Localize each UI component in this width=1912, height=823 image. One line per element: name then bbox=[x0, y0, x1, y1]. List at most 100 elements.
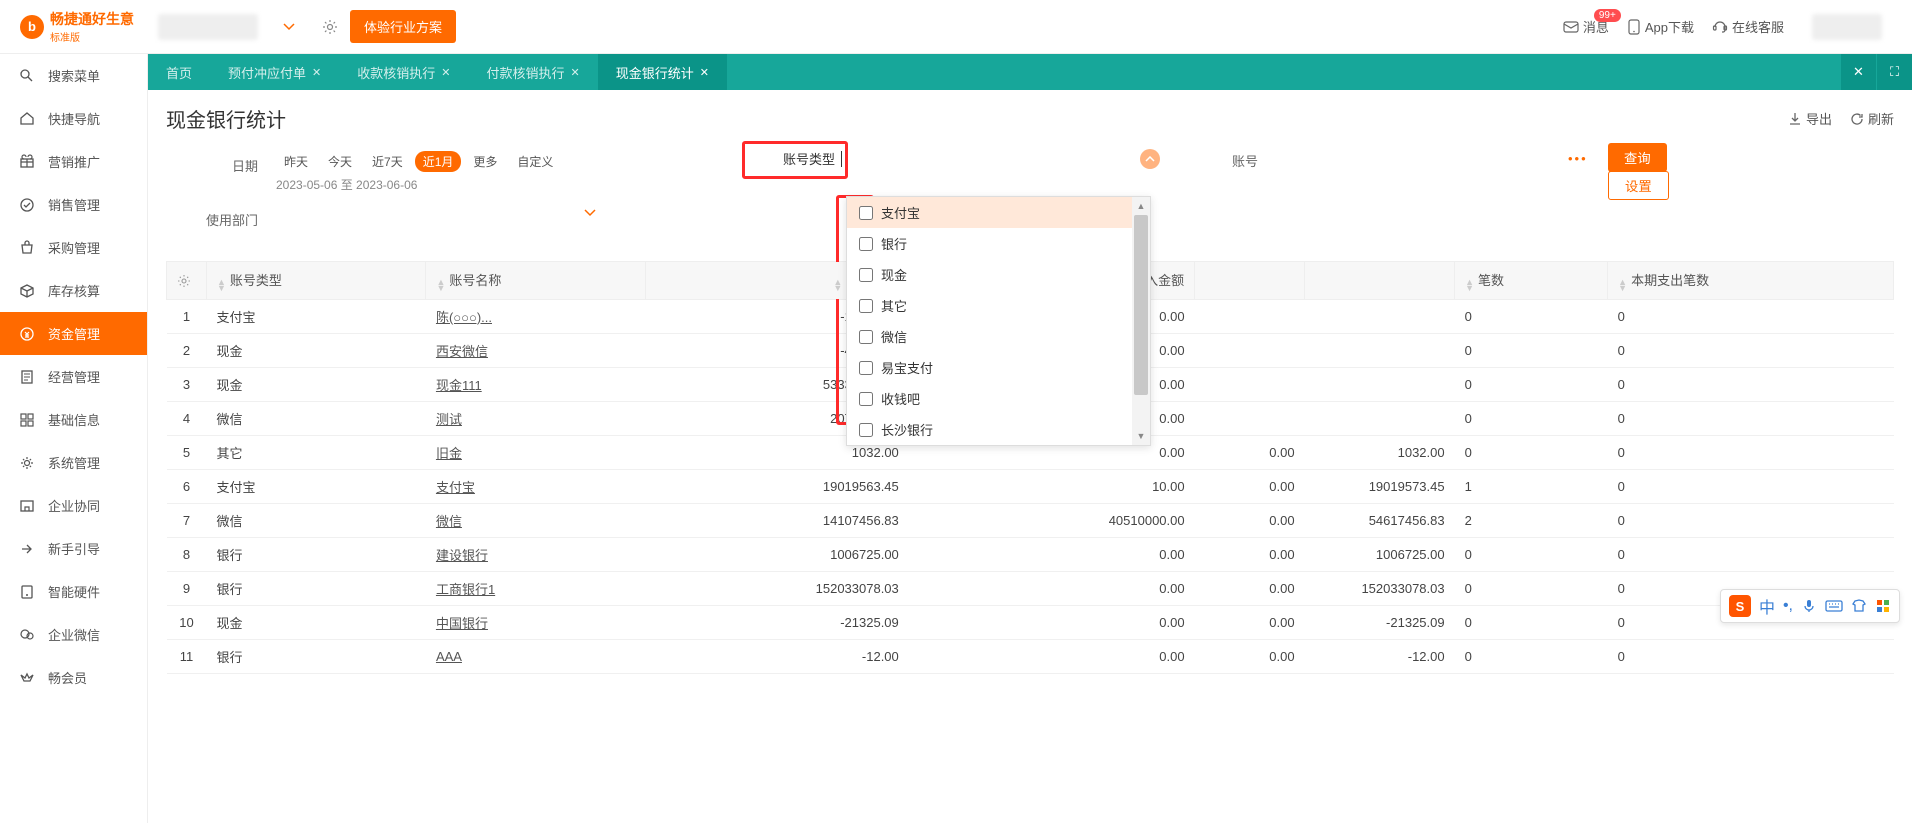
settings-icon[interactable] bbox=[322, 19, 338, 35]
account-link[interactable]: 支付宝 bbox=[436, 480, 475, 495]
sidebar-item-box[interactable]: 库存核算 bbox=[0, 269, 147, 312]
dropdown-option[interactable]: 易宝支付 bbox=[847, 352, 1150, 383]
tab-预付冲应付单[interactable]: 预付冲应付单✕ bbox=[210, 54, 339, 90]
sidebar-item-wechat[interactable]: 企业微信 bbox=[0, 613, 147, 656]
option-checkbox[interactable] bbox=[859, 237, 873, 251]
option-checkbox[interactable] bbox=[859, 268, 873, 282]
col-account-name[interactable]: ▲▼账号名称 bbox=[426, 262, 645, 300]
dropdown-option[interactable]: 微信 bbox=[847, 321, 1150, 352]
dropdown-scrollbar[interactable]: ▲ ▼ bbox=[1132, 197, 1150, 445]
cell-name: 工商银行1 bbox=[426, 572, 645, 606]
sidebar-item-money[interactable]: 资金管理 bbox=[0, 312, 147, 355]
option-checkbox[interactable] bbox=[859, 330, 873, 344]
support-button[interactable]: 在线客服 bbox=[1712, 17, 1784, 36]
sidebar-item-home[interactable]: 快捷导航 bbox=[0, 97, 147, 140]
sidebar-label: 搜索菜单 bbox=[48, 66, 100, 85]
account-link[interactable]: AAA bbox=[436, 649, 462, 664]
support-label: 在线客服 bbox=[1732, 17, 1784, 36]
sidebar-item-cart[interactable]: 销售管理 bbox=[0, 183, 147, 226]
filter-settings-button[interactable]: 设置 bbox=[1608, 171, 1669, 200]
date-chip-今天[interactable]: 今天 bbox=[320, 151, 360, 172]
scroll-down-icon[interactable]: ▼ bbox=[1132, 427, 1150, 445]
sidebar-item-arrow[interactable]: 新手引导 bbox=[0, 527, 147, 570]
ime-mic-icon[interactable] bbox=[1801, 598, 1817, 614]
sidebar-item-gear[interactable]: 系统管理 bbox=[0, 441, 147, 484]
tab-收款核销执行[interactable]: 收款核销执行✕ bbox=[339, 54, 468, 90]
top-header: b 畅捷通好生意 标准版 体验行业方案 消息 99+ App下载 在线客服 bbox=[0, 0, 1912, 54]
dropdown-option[interactable]: 现金 bbox=[847, 259, 1150, 290]
scroll-up-icon[interactable]: ▲ bbox=[1132, 197, 1150, 215]
ime-toolbox-icon[interactable] bbox=[1875, 598, 1891, 614]
account-link[interactable]: 工商银行1 bbox=[436, 582, 495, 597]
messages-button[interactable]: 消息 99+ bbox=[1563, 17, 1609, 36]
ime-toolbar[interactable]: S 中 •, bbox=[1720, 589, 1900, 623]
org-dropdown-icon[interactable] bbox=[283, 23, 295, 31]
dept-select[interactable] bbox=[276, 205, 596, 222]
collapse-icon[interactable] bbox=[1140, 149, 1160, 169]
option-checkbox[interactable] bbox=[859, 299, 873, 313]
date-chip-近1月[interactable]: 近1月 bbox=[415, 151, 462, 172]
option-checkbox[interactable] bbox=[859, 206, 873, 220]
option-checkbox[interactable] bbox=[859, 361, 873, 375]
sidebar-label: 经营管理 bbox=[48, 367, 100, 386]
refresh-button[interactable]: 刷新 bbox=[1850, 109, 1894, 128]
date-chip-近7天[interactable]: 近7天 bbox=[364, 151, 411, 172]
close-tab-icon[interactable]: ✕ bbox=[1840, 54, 1876, 90]
account-link[interactable]: 测试 bbox=[436, 412, 462, 427]
dropdown-option[interactable]: 其它 bbox=[847, 290, 1150, 321]
ime-skin-icon[interactable] bbox=[1851, 598, 1867, 614]
sidebar-item-search[interactable]: 搜索菜单 bbox=[0, 54, 147, 97]
option-label: 长沙银行 bbox=[881, 420, 933, 439]
sidebar-item-device[interactable]: 智能硬件 bbox=[0, 570, 147, 613]
account-link[interactable]: 陈(○○○)... bbox=[436, 310, 492, 325]
tab-付款核销执行[interactable]: 付款核销执行✕ bbox=[468, 54, 597, 90]
trial-button[interactable]: 体验行业方案 bbox=[350, 10, 456, 43]
cell-expense-count: 0 bbox=[1608, 436, 1894, 470]
sidebar-item-bag[interactable]: 采购管理 bbox=[0, 226, 147, 269]
app-download-button[interactable]: App下载 bbox=[1627, 17, 1694, 36]
dropdown-option[interactable]: 支付宝 bbox=[847, 197, 1150, 228]
col-expense-count[interactable]: ▲▼本期支出笔数 bbox=[1608, 262, 1894, 300]
date-chip-昨天[interactable]: 昨天 bbox=[276, 151, 316, 172]
option-checkbox[interactable] bbox=[859, 392, 873, 406]
col-account-type[interactable]: ▲▼账号类型 bbox=[207, 262, 426, 300]
option-checkbox[interactable] bbox=[859, 423, 873, 437]
date-chip-更多[interactable]: 更多 bbox=[465, 151, 505, 172]
filter-panel: 日期 昨天今天近7天近1月更多自定义 2023-05-06 至 2023-06-… bbox=[148, 141, 1912, 261]
sidebar-item-doc[interactable]: 经营管理 bbox=[0, 355, 147, 398]
ime-lang[interactable]: 中 bbox=[1759, 594, 1775, 618]
table-settings-header[interactable] bbox=[167, 262, 207, 300]
expand-icon[interactable]: ⛶ bbox=[1876, 54, 1912, 90]
date-chip-自定义[interactable]: 自定义 bbox=[509, 151, 561, 172]
tab-首页[interactable]: 首页 bbox=[148, 54, 210, 90]
search-icon bbox=[18, 68, 36, 84]
sidebar-item-vip[interactable]: 畅会员 bbox=[0, 656, 147, 699]
col-count[interactable]: ▲▼笔数 bbox=[1455, 262, 1608, 300]
sidebar-item-org[interactable]: 企业协同 bbox=[0, 484, 147, 527]
account-link[interactable]: 建设银行 bbox=[436, 548, 488, 563]
account-link[interactable]: 微信 bbox=[436, 514, 462, 529]
sidebar-item-gift[interactable]: 营销推广 bbox=[0, 140, 147, 183]
account-type-dropdown: 支付宝银行现金其它微信易宝支付收钱吧长沙银行 ▲ ▼ bbox=[846, 196, 1151, 446]
ime-punct-icon[interactable]: •, bbox=[1783, 597, 1793, 615]
export-button[interactable]: 导出 bbox=[1788, 109, 1832, 128]
tab-现金银行统计[interactable]: 现金银行统计✕ bbox=[598, 54, 727, 90]
dropdown-option[interactable]: 收钱吧 bbox=[847, 383, 1150, 414]
account-link[interactable]: 西安微信 bbox=[436, 344, 488, 359]
cell-h2 bbox=[1305, 300, 1455, 334]
scrollbar-thumb[interactable] bbox=[1134, 215, 1148, 395]
account-link[interactable]: 现金111 bbox=[436, 378, 482, 393]
tab-close-icon[interactable]: ✕ bbox=[571, 66, 580, 79]
dropdown-option[interactable]: 长沙银行 bbox=[847, 414, 1150, 445]
account-link[interactable]: 中国银行 bbox=[436, 616, 488, 631]
more-filters-icon[interactable]: ••• bbox=[1568, 151, 1588, 166]
dropdown-option[interactable]: 银行 bbox=[847, 228, 1150, 259]
tab-close-icon[interactable]: ✕ bbox=[441, 66, 450, 79]
tab-close-icon[interactable]: ✕ bbox=[700, 66, 709, 79]
tab-close-icon[interactable]: ✕ bbox=[312, 66, 321, 79]
account-type-field[interactable]: 账号类型 bbox=[783, 149, 842, 168]
account-link[interactable]: 旧金 bbox=[436, 446, 462, 461]
ime-keyboard-icon[interactable] bbox=[1825, 599, 1843, 613]
search-button[interactable]: 查询 bbox=[1608, 143, 1667, 172]
sidebar-item-grid[interactable]: 基础信息 bbox=[0, 398, 147, 441]
